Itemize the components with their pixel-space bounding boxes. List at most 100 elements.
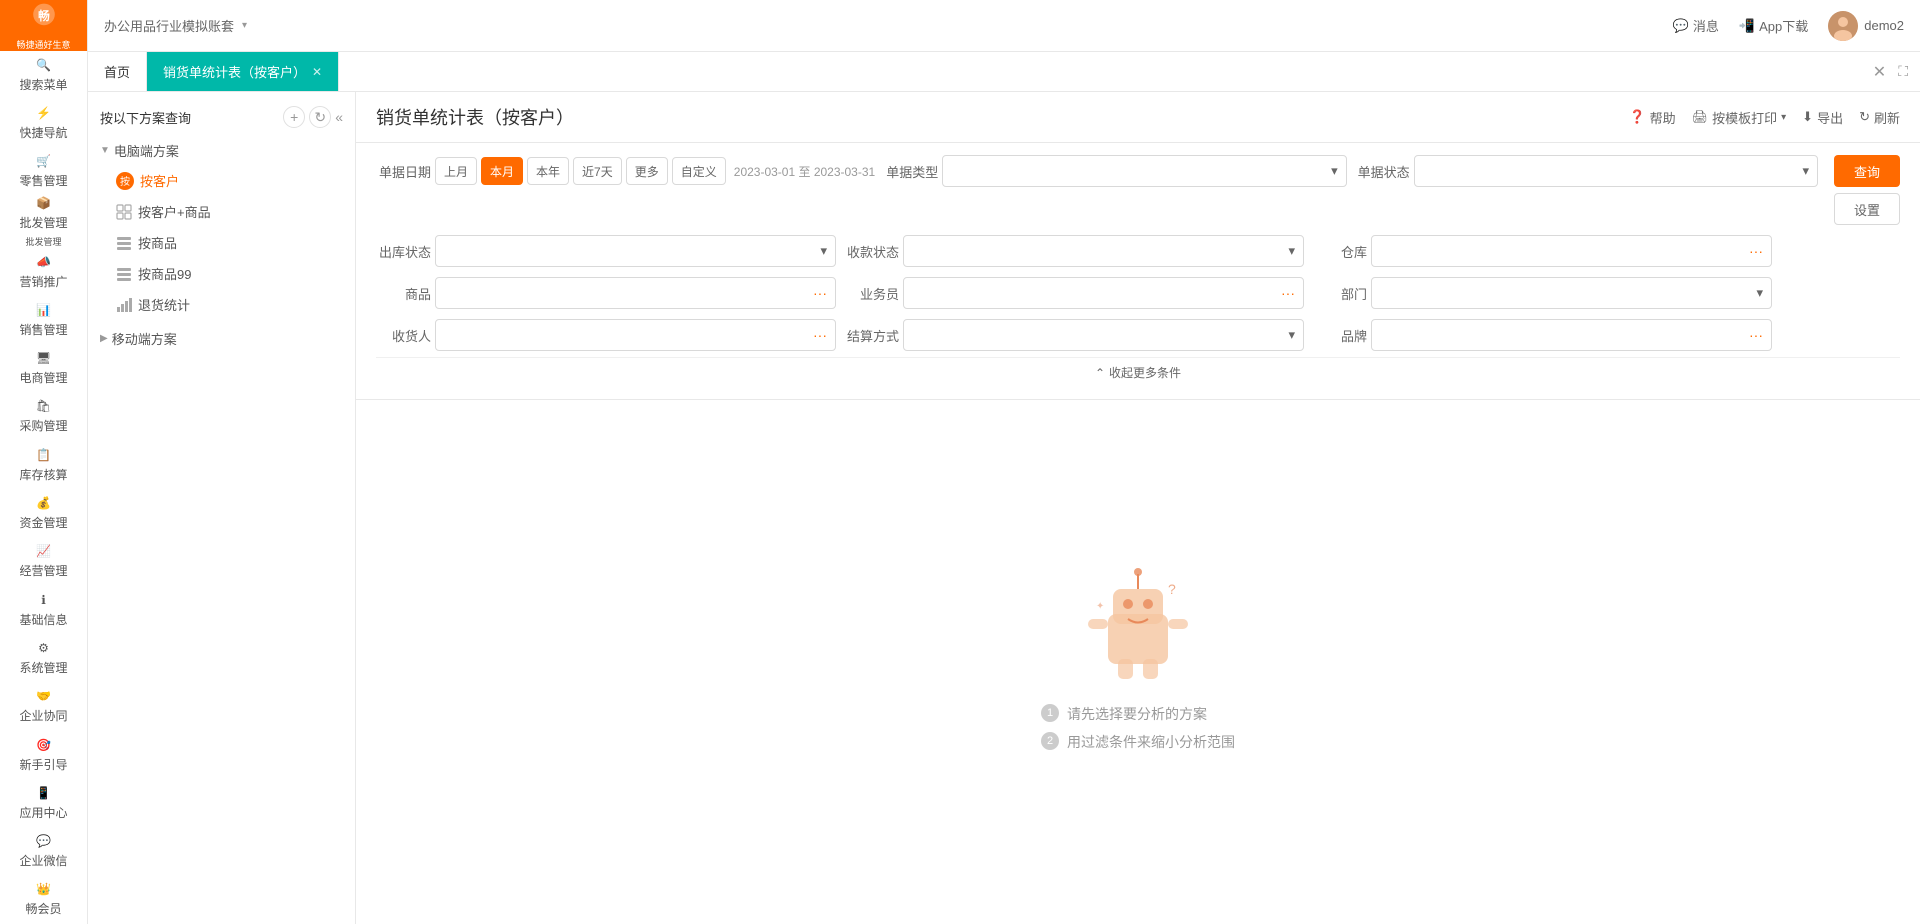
custom-btn[interactable]: 自定义: [672, 157, 726, 185]
sidebar-item-purchase[interactable]: 🛍 采购管理: [0, 393, 87, 441]
sidebar-item-marketing[interactable]: 📣 营销推广: [0, 248, 87, 296]
sidebar-item-ecommerce[interactable]: 🖥 电商管理: [0, 344, 87, 392]
app-download-icon: 📲: [1739, 18, 1755, 34]
brand-select[interactable]: ···: [1371, 319, 1772, 351]
search-icon: 🔍: [36, 58, 51, 72]
refresh-link[interactable]: ↻ 刷新: [1859, 108, 1900, 127]
tab-home[interactable]: 首页: [88, 52, 147, 91]
app-download-action[interactable]: 📲 App下载: [1739, 16, 1808, 35]
template-print-label: 按模板打印: [1712, 108, 1777, 127]
last-7-btn[interactable]: 近7天: [573, 157, 622, 185]
tip-item-2: 2 用过滤条件来缩小分析范围: [1041, 732, 1235, 752]
header-actions: 💬 消息 📲 App下载 demo2: [1673, 11, 1904, 41]
template-print-link[interactable]: 🖨 按模板打印 ▾: [1692, 108, 1787, 127]
collapse-scheme-button[interactable]: «: [335, 109, 343, 125]
main-wrapper: 办公用品行业模拟账套 ▾ 💬 消息 📲 App下载 de: [88, 0, 1920, 924]
receiver-select[interactable]: ···: [435, 319, 836, 351]
sidebar-item-enterprise[interactable]: 🤝 企业协同: [0, 683, 87, 731]
user-profile[interactable]: demo2: [1828, 11, 1904, 41]
refresh-scheme-button[interactable]: ↻: [309, 106, 331, 128]
tip-item-1: 1 请先选择要分析的方案: [1041, 704, 1235, 724]
last-month-btn[interactable]: 上月: [435, 157, 477, 185]
sidebar-item-inventory[interactable]: 📋 库存核算: [0, 441, 87, 489]
breadcrumb-area: 办公用品行业模拟账套 ▾: [104, 16, 247, 35]
scheme-item-return[interactable]: 退货统计: [88, 289, 355, 320]
scheme-item-label-return: 退货统计: [138, 295, 190, 314]
out-status-select[interactable]: ▾: [435, 235, 836, 267]
scheme-item-goods[interactable]: 按商品: [88, 227, 355, 258]
help-link[interactable]: ❓ 帮助: [1629, 108, 1675, 127]
action-buttons: 查询 设置: [1834, 155, 1900, 225]
add-scheme-button[interactable]: +: [283, 106, 305, 128]
sidebar-item-label-sales: 销售管理: [19, 321, 67, 338]
sidebar-item-system[interactable]: ⚙ 系统管理: [0, 634, 87, 682]
export-label: 导出: [1817, 108, 1843, 127]
collect-status-select[interactable]: ▾: [903, 235, 1304, 267]
sidebar-item-label-marketing: 营销推广: [19, 273, 67, 290]
sidebar-item-operations[interactable]: 📈 经营管理: [0, 538, 87, 586]
tab-close-icon[interactable]: ✕: [312, 65, 322, 79]
scheme-item-goods-99[interactable]: 按商品99: [88, 258, 355, 289]
scheme-group-mobile-title[interactable]: ▶ 移动端方案: [88, 324, 355, 353]
bill-type-select[interactable]: ▾: [942, 155, 1346, 187]
sidebar-item-basic[interactable]: ℹ 基础信息: [0, 586, 87, 634]
export-link[interactable]: ⬇ 导出: [1802, 108, 1843, 127]
sidebar-item-member[interactable]: 👑 畅会员: [0, 876, 87, 924]
sidebar-item-search[interactable]: 🔍 搜索菜单: [0, 51, 87, 99]
scheme-item-customer-goods[interactable]: 按客户+商品: [88, 196, 355, 227]
warehouse-label: 仓库: [1312, 242, 1367, 261]
finance-icon: 💰: [36, 496, 51, 510]
scheme-item-icon-goods99: [116, 266, 132, 282]
bill-status-select[interactable]: ▾: [1414, 155, 1818, 187]
settle-method-arrow: ▾: [1288, 327, 1295, 343]
this-year-btn[interactable]: 本年: [527, 157, 569, 185]
sidebar-item-appstore[interactable]: 📱 应用中心: [0, 779, 87, 827]
sidebar-item-label-inventory: 库存核算: [19, 466, 67, 483]
scheme-item-by-customer[interactable]: 按 按客户: [88, 165, 355, 196]
refresh-icon: ↻: [1859, 109, 1870, 125]
warehouse-dots[interactable]: ···: [1749, 243, 1763, 259]
collapse-filter-bar[interactable]: ⌃ 收起更多条件: [376, 357, 1900, 387]
goods-dots[interactable]: ···: [813, 285, 827, 301]
sidebar-item-label-wechat: 企业微信: [19, 852, 67, 869]
goods-label: 商品: [376, 284, 431, 303]
system-icon: ⚙: [38, 641, 49, 655]
salesperson-dots[interactable]: ···: [1281, 285, 1295, 301]
scheme-group-desktop-title[interactable]: ▼ 电脑端方案: [88, 136, 355, 165]
app-subtitle: 畅捷通好生意: [16, 38, 70, 51]
brand-dots[interactable]: ···: [1749, 327, 1763, 343]
sidebar-item-quick-nav[interactable]: ⚡ 快捷导航: [0, 99, 87, 147]
page-title: 销货单统计表（按客户）: [376, 104, 574, 142]
sidebar-item-retail[interactable]: 🛒 零售管理: [0, 148, 87, 196]
sidebar-item-finance[interactable]: 💰 资金管理: [0, 489, 87, 537]
tab-home-label: 首页: [104, 62, 130, 81]
sidebar-item-label-wholesale: 批发管理: [19, 214, 67, 231]
query-button[interactable]: 查询: [1834, 155, 1900, 187]
sidebar-item-wechat[interactable]: 💬 企业微信: [0, 827, 87, 875]
scheme-group-desktop: ▼ 电脑端方案 按 按客户 按客户+商品: [88, 134, 355, 322]
breadcrumb-arrow[interactable]: ▾: [242, 20, 247, 31]
sidebar-item-label-appstore: 应用中心: [19, 804, 67, 821]
date-label: 单据日期: [376, 162, 431, 181]
receiver-dots[interactable]: ···: [813, 327, 827, 343]
settle-method-select[interactable]: ▾: [903, 319, 1304, 351]
salesperson-select[interactable]: ···: [903, 277, 1304, 309]
refresh-label: 刷新: [1874, 108, 1900, 127]
warehouse-select[interactable]: ···: [1371, 235, 1772, 267]
scheme-item-label-goods99: 按商品99: [138, 264, 191, 283]
sidebar-item-guide[interactable]: 🎯 新手引导: [0, 731, 87, 779]
department-select[interactable]: ▾: [1371, 277, 1772, 309]
window-maximize-icon[interactable]: ⛶: [1898, 63, 1908, 80]
tip-num-2: 2: [1041, 732, 1059, 750]
tab-sales-stat[interactable]: 销货单统计表（按客户） ✕: [147, 52, 339, 91]
goods-select[interactable]: ···: [435, 277, 836, 309]
expand-mobile-icon: ▶: [100, 333, 108, 344]
settings-button[interactable]: 设置: [1834, 193, 1900, 225]
scheme-panel-header: 按以下方案查询 + ↻ «: [88, 100, 355, 134]
sidebar-item-wholesale[interactable]: 📦 批发管理 批发管理: [0, 196, 87, 248]
message-action[interactable]: 💬 消息: [1673, 16, 1719, 35]
window-close-icon[interactable]: ✕: [1873, 62, 1886, 82]
sidebar-item-sales[interactable]: 📊 销售管理: [0, 296, 87, 344]
more-btn[interactable]: 更多: [626, 157, 668, 185]
this-month-btn[interactable]: 本月: [481, 157, 523, 185]
